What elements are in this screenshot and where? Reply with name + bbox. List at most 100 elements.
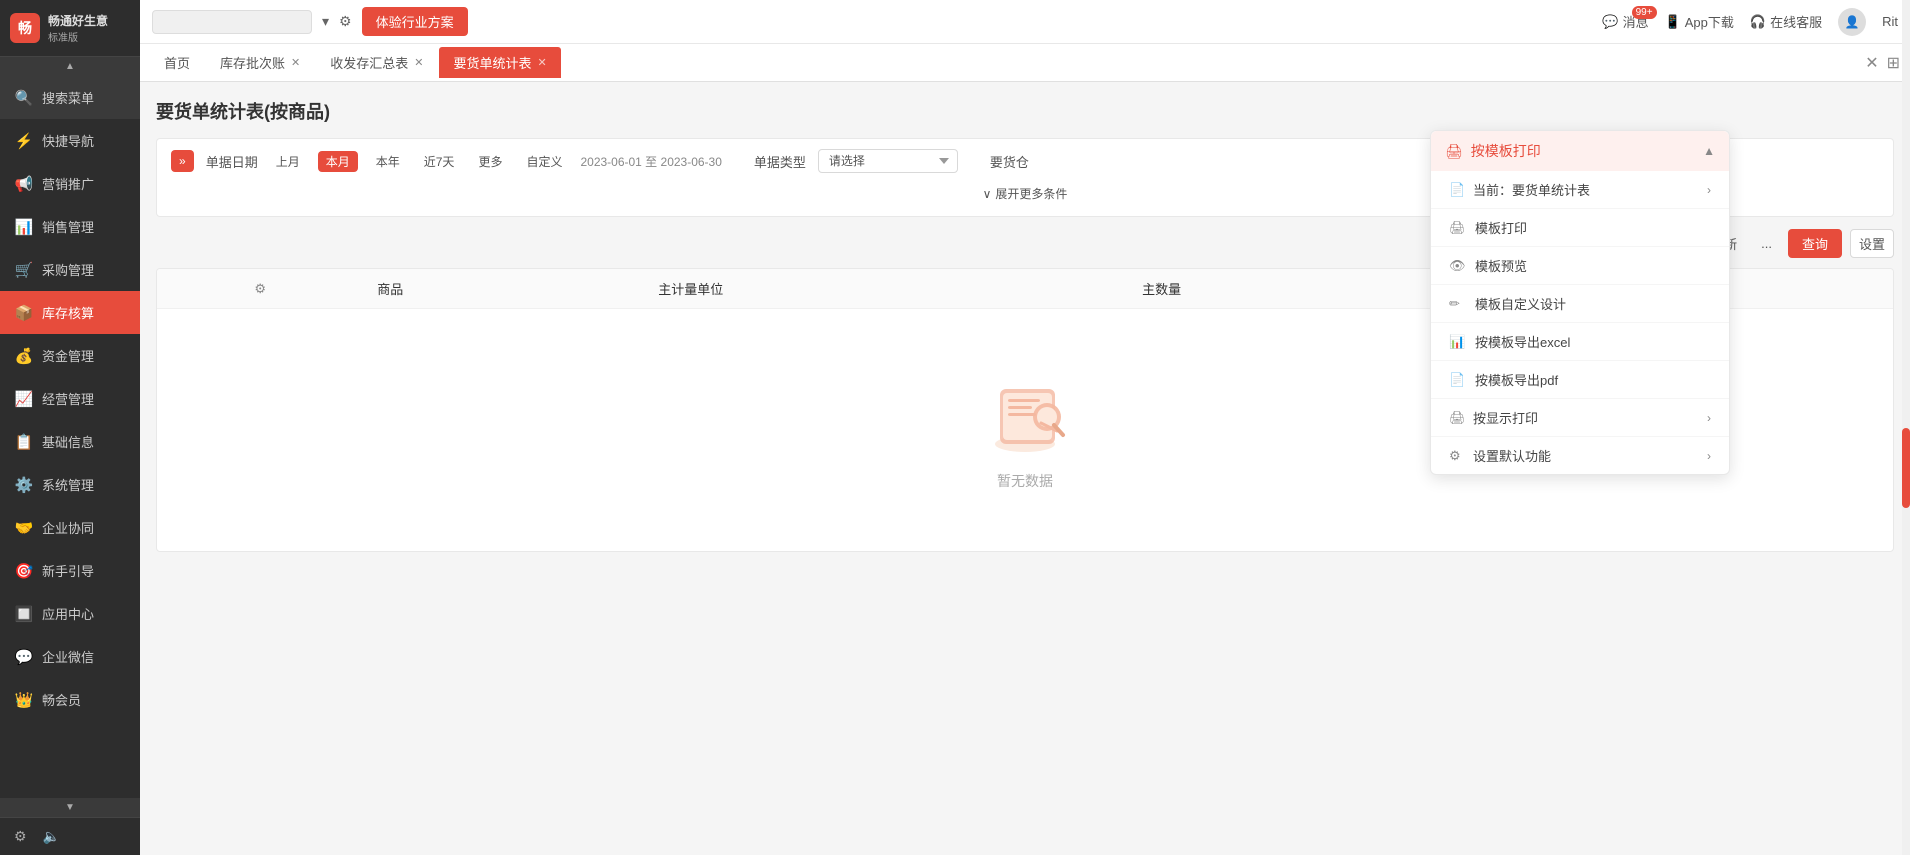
scroll-up-btn[interactable]: ▲	[0, 57, 140, 76]
settings-gear-btn[interactable]: ⚙	[339, 13, 352, 30]
user-avatar[interactable]: 👤	[1838, 8, 1866, 36]
tab-bar: 首页 库存批次账 ✕ 收发存汇总表 ✕ 要货单统计表 ✕ ✕ ⊞	[140, 44, 1910, 82]
current-year-btn[interactable]: 本年	[370, 151, 406, 172]
tab-home[interactable]: 首页	[150, 47, 204, 78]
dropdown-item-template-design[interactable]: ✏ 模板自定义设计	[1431, 285, 1729, 323]
sidebar-item-marketing[interactable]: 📢 营销推广	[0, 162, 140, 205]
last7-btn[interactable]: 近7天	[418, 151, 461, 172]
close-window-btn[interactable]: ✕	[1865, 53, 1878, 73]
col-settings: ⚙	[157, 269, 363, 309]
sidebar-item-quicknav[interactable]: ⚡ 快捷导航	[0, 119, 140, 162]
cargo-filter-label: 要货仓	[990, 152, 1029, 171]
sidebar-footer: ⚙ 🔈	[0, 817, 140, 855]
sidebar-item-finance[interactable]: 💰 资金管理	[0, 334, 140, 377]
scrollbar-thumb[interactable]	[1902, 428, 1910, 508]
headset-icon: 🎧	[1750, 14, 1766, 30]
dropdown-title: 按模板打印	[1471, 141, 1541, 161]
sidebar-item-inventory[interactable]: 📦 库存核算	[0, 291, 140, 334]
collab-icon: 🤝	[14, 519, 34, 537]
dropdown-item-template-excel[interactable]: 📊 按模板导出excel	[1431, 323, 1729, 361]
tab-order-stats[interactable]: 要货单统计表 ✕	[439, 47, 560, 78]
sidebar-item-operation[interactable]: 📈 经营管理	[0, 377, 140, 420]
online-service-btn[interactable]: 🎧 在线客服	[1750, 12, 1822, 31]
dropdown-header-controls: ▲	[1703, 144, 1715, 158]
dropdown-item-template-print[interactable]: 🖨 模板打印	[1431, 209, 1729, 247]
col-product: 商品	[363, 269, 644, 309]
quicknav-icon: ⚡	[14, 132, 34, 150]
set-default-arrow-icon: ›	[1707, 449, 1711, 463]
current-template-icon: 📄	[1449, 182, 1465, 198]
chevron-up-icon: ▲	[65, 61, 75, 72]
printer-menu-icon: 🖨	[1445, 143, 1463, 160]
date-range-display: 2023-06-01 至 2023-06-30	[580, 153, 721, 170]
content-area: 要货单统计表(按商品) » 单据日期 上月 本月 本年 近7天 更多 自定义 2…	[140, 82, 1910, 855]
tab-inventory-batch[interactable]: 库存批次账 ✕	[206, 47, 314, 78]
template-pdf-label: 按模板导出pdf	[1475, 370, 1558, 389]
sidebar-item-wechat[interactable]: 💬 企业微信	[0, 635, 140, 678]
custom-date-btn[interactable]: 自定义	[520, 151, 568, 172]
sidebar-item-guide[interactable]: 🎯 新手引导	[0, 549, 140, 592]
marketing-icon: 📢	[14, 175, 34, 193]
current-month-btn[interactable]: 本月	[318, 151, 358, 172]
guide-icon: 🎯	[14, 562, 34, 580]
template-preview-icon: 👁	[1449, 258, 1465, 274]
sidebar-item-sales-label: 销售管理	[42, 217, 94, 236]
sidebar-item-basic[interactable]: 📋 基础信息	[0, 420, 140, 463]
expand-more-btn[interactable]: ∨ 展开更多条件	[971, 181, 1080, 206]
sidebar-item-purchase-label: 采购管理	[42, 260, 94, 279]
sidebar-item-quicknav-label: 快捷导航	[42, 131, 94, 150]
sidebar-item-apps[interactable]: 🔲 应用中心	[0, 592, 140, 635]
message-badge: 99+	[1632, 6, 1657, 19]
more-actions-btn[interactable]: ...	[1753, 232, 1780, 255]
tab-close-inventory-batch[interactable]: ✕	[291, 56, 300, 69]
sidebar-item-collab-label: 企业协同	[42, 518, 94, 537]
current-template-label: 当前：要货单统计表	[1473, 180, 1590, 199]
speaker-icon[interactable]: 🔈	[43, 828, 60, 845]
sidebar-item-purchase[interactable]: 🛒 采购管理	[0, 248, 140, 291]
tab-receipt-summary[interactable]: 收发存汇总表 ✕	[316, 47, 437, 78]
finance-icon: 💰	[14, 347, 34, 365]
dropdown-current-item[interactable]: 📄 当前：要货单统计表 ›	[1431, 171, 1729, 209]
search-input[interactable]	[152, 10, 312, 34]
dropdown-item-template-preview[interactable]: 👁 模板预览	[1431, 247, 1729, 285]
dropdown-set-default[interactable]: ⚙ 设置默认功能 ›	[1431, 437, 1729, 474]
sidebar-item-guide-label: 新手引导	[42, 561, 94, 580]
chevron-down-icon: ▼	[65, 802, 75, 813]
current-chevron-icon: ›	[1707, 183, 1711, 197]
scroll-down-btn[interactable]: ▼	[0, 798, 140, 817]
sidebar-item-collab[interactable]: 🤝 企业协同	[0, 506, 140, 549]
dropdown-header[interactable]: 🖨 按模板打印 ▲	[1431, 131, 1729, 171]
settings-footer-icon[interactable]: ⚙	[14, 828, 27, 845]
tab-close-receipt-summary[interactable]: ✕	[414, 56, 423, 69]
dropdown-title-area: 🖨 按模板打印	[1445, 141, 1541, 161]
dropdown-arrow-btn[interactable]: ▾	[322, 13, 329, 30]
empty-text: 暂无数据	[997, 471, 1053, 491]
message-btn[interactable]: 💬 消息 99+	[1602, 12, 1648, 31]
template-preview-label: 模板预览	[1475, 256, 1527, 275]
empty-illustration	[975, 369, 1075, 459]
mobile-icon: 📱	[1665, 14, 1681, 30]
expand-left-btn[interactable]: »	[171, 150, 194, 172]
sidebar-item-search[interactable]: 🔍 搜索菜单	[0, 76, 140, 119]
sidebar-item-sales[interactable]: 📊 销售管理	[0, 205, 140, 248]
scrollbar[interactable]	[1902, 0, 1910, 855]
basic-icon: 📋	[14, 433, 34, 451]
template-design-icon: ✏	[1449, 296, 1465, 312]
sidebar-item-system[interactable]: ⚙️ 系统管理	[0, 463, 140, 506]
sidebar-item-member[interactable]: 👑 畅会员	[0, 678, 140, 721]
more-dates-btn[interactable]: 更多	[472, 151, 508, 172]
tab-close-order-stats[interactable]: ✕	[538, 56, 547, 69]
dropdown-display-print[interactable]: 🖨 按显示打印 ›	[1431, 399, 1729, 437]
operation-icon: 📈	[14, 390, 34, 408]
type-select[interactable]: 请选择	[818, 149, 958, 173]
app-download-btn[interactable]: 📱 App下载	[1665, 12, 1734, 31]
prev-month-btn[interactable]: 上月	[270, 151, 306, 172]
query-btn[interactable]: 查询	[1788, 229, 1842, 258]
dropdown-item-template-pdf[interactable]: 📄 按模板导出pdf	[1431, 361, 1729, 399]
settings-table-btn[interactable]: 设置	[1850, 229, 1894, 258]
maximize-window-btn[interactable]: ⊞	[1887, 53, 1900, 73]
industry-btn[interactable]: 体验行业方案	[362, 7, 468, 36]
member-icon: 👑	[14, 691, 34, 709]
col-settings-icon[interactable]: ⚙	[254, 281, 266, 296]
logo-text: 畅通好生意 标准版	[48, 12, 108, 44]
